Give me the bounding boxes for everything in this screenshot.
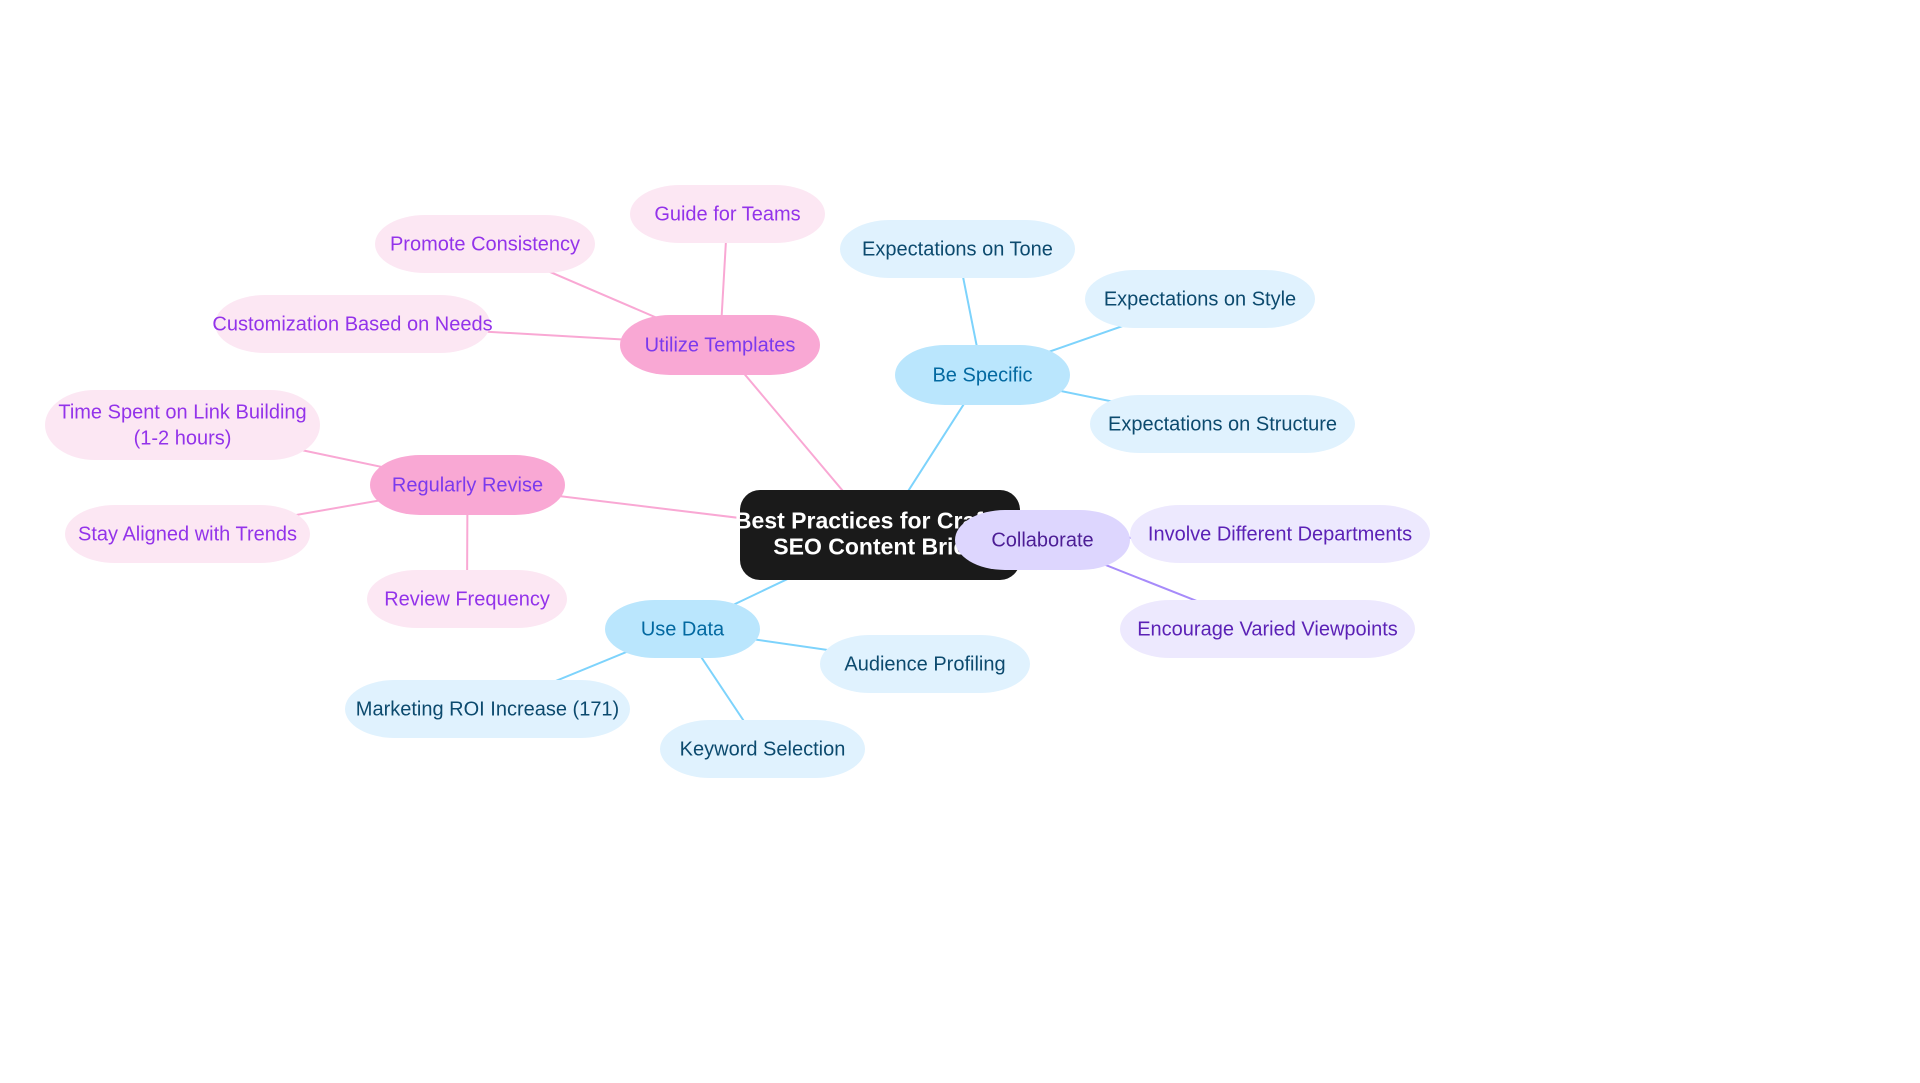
svg-text:SEO Content Briefs: SEO Content Briefs xyxy=(773,534,986,560)
node-collaborate: Collaborate xyxy=(955,510,1130,570)
svg-text:Collaborate: Collaborate xyxy=(991,530,1093,552)
node-utilize-templates: Utilize Templates xyxy=(620,315,820,375)
node-use-data: Use Data xyxy=(605,600,760,658)
node-time-spent: Time Spent on Link Building (1-2 hours) xyxy=(45,390,320,460)
node-be-specific: Be Specific xyxy=(895,345,1070,405)
svg-text:Expectations on Style: Expectations on Style xyxy=(1104,289,1296,311)
svg-text:Encourage Varied Viewpoints: Encourage Varied Viewpoints xyxy=(1137,619,1398,641)
node-guide-for-teams: Guide for Teams xyxy=(630,185,825,243)
node-stay-aligned: Stay Aligned with Trends xyxy=(65,505,310,563)
svg-text:Review Frequency: Review Frequency xyxy=(384,589,550,611)
mindmap-canvas: Best Practices for CraftingSEO Content B… xyxy=(0,0,1920,1083)
svg-text:Stay Aligned with Trends: Stay Aligned with Trends xyxy=(78,524,297,546)
node-review-frequency: Review Frequency xyxy=(367,570,567,628)
node-audience-profiling: Audience Profiling xyxy=(820,635,1030,693)
node-marketing-roi: Marketing ROI Increase (171) xyxy=(345,680,630,738)
node-involve-departments: Involve Different Departments xyxy=(1130,505,1430,563)
svg-text:Expectations on Structure: Expectations on Structure xyxy=(1108,414,1337,436)
svg-text:(1-2 hours): (1-2 hours) xyxy=(134,428,232,450)
node-expectations-tone: Expectations on Tone xyxy=(840,220,1075,278)
svg-text:Utilize Templates: Utilize Templates xyxy=(645,335,796,357)
node-customization-based: Customization Based on Needs xyxy=(212,295,492,353)
svg-text:Marketing ROI Increase (171): Marketing ROI Increase (171) xyxy=(356,699,619,721)
svg-text:Time Spent on Link Building: Time Spent on Link Building xyxy=(58,402,306,424)
node-expectations-style: Expectations on Style xyxy=(1085,270,1315,328)
svg-text:Audience Profiling: Audience Profiling xyxy=(844,654,1005,676)
svg-text:Regularly Revise: Regularly Revise xyxy=(392,475,543,497)
node-expectations-structure: Expectations on Structure xyxy=(1090,395,1355,453)
node-keyword-selection: Keyword Selection xyxy=(660,720,865,778)
node-promote-consistency: Promote Consistency xyxy=(375,215,595,273)
svg-text:Be Specific: Be Specific xyxy=(932,365,1032,387)
svg-text:Customization Based on Needs: Customization Based on Needs xyxy=(212,314,492,336)
svg-text:Keyword Selection: Keyword Selection xyxy=(680,739,846,761)
svg-text:Promote Consistency: Promote Consistency xyxy=(390,234,580,256)
svg-text:Use Data: Use Data xyxy=(641,619,725,641)
svg-text:Guide for Teams: Guide for Teams xyxy=(654,204,800,226)
svg-text:Expectations on Tone: Expectations on Tone xyxy=(862,239,1053,261)
svg-text:Involve Different Departments: Involve Different Departments xyxy=(1148,524,1412,546)
node-regularly-revise: Regularly Revise xyxy=(370,455,565,515)
node-encourage-viewpoints: Encourage Varied Viewpoints xyxy=(1120,600,1415,658)
